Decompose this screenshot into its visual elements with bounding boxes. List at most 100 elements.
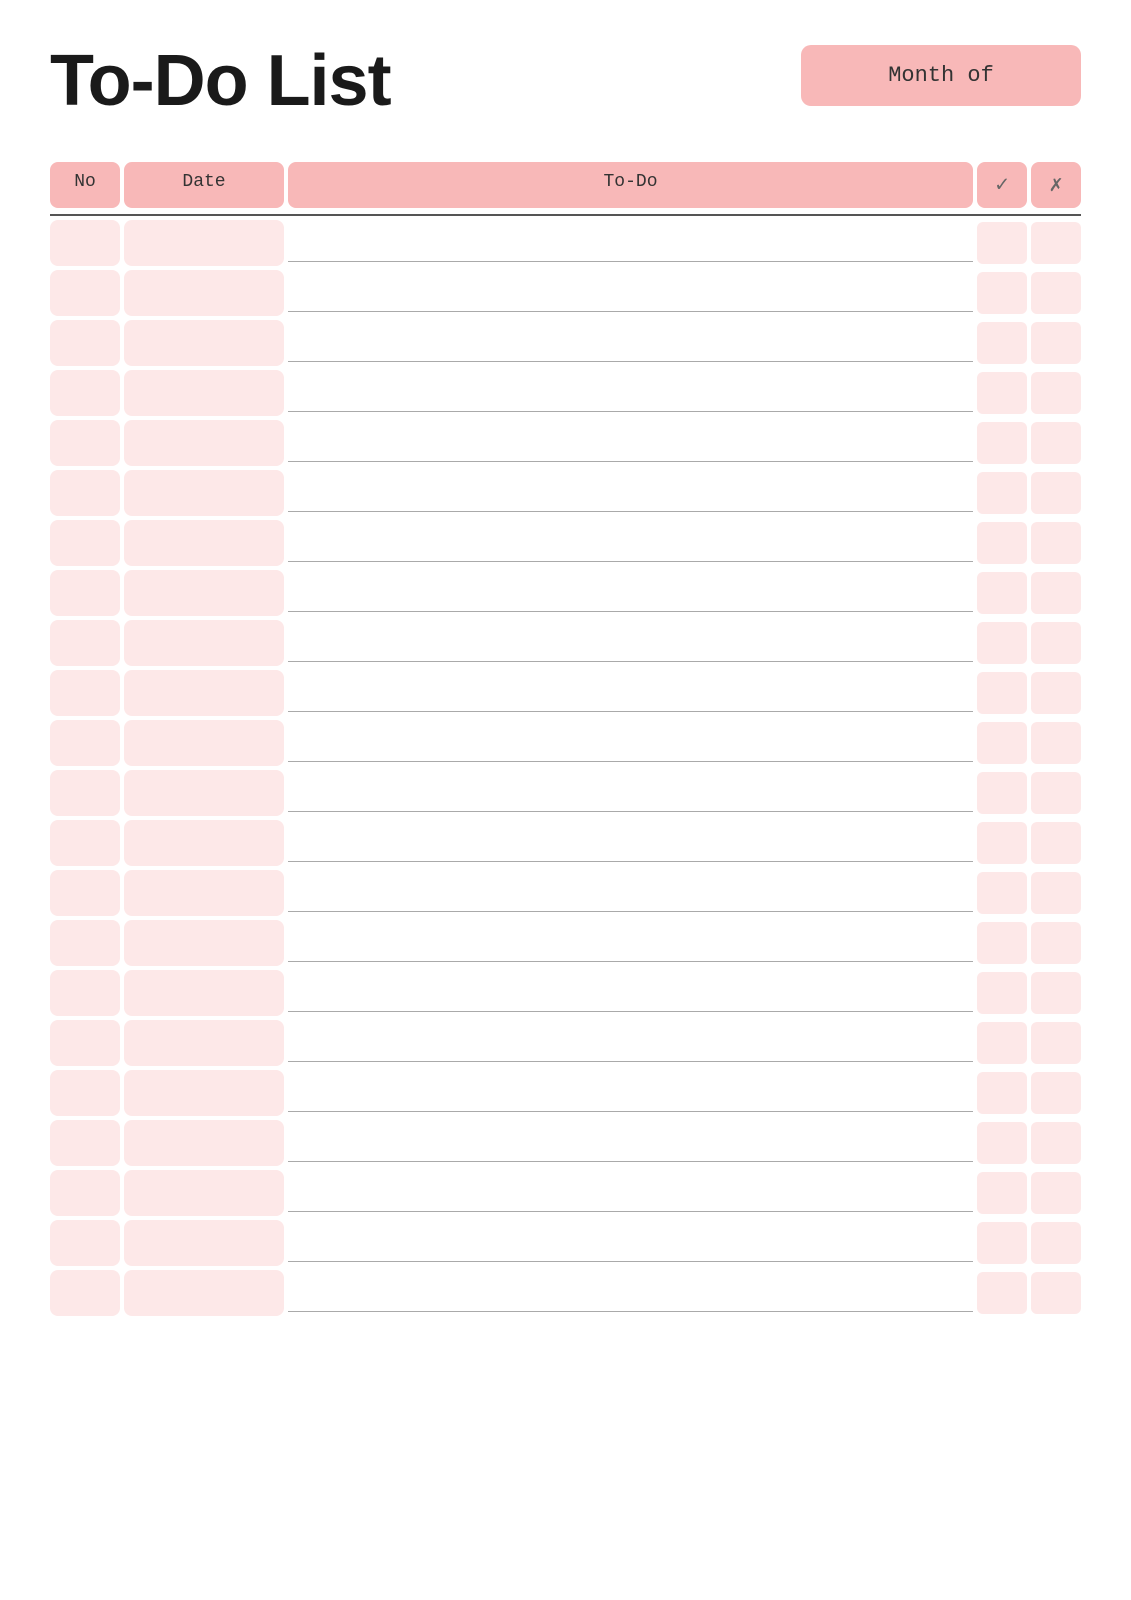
row-date-cell[interactable] <box>124 1070 284 1116</box>
row-cross-cell[interactable] <box>1031 672 1081 714</box>
row-check-cell[interactable] <box>977 722 1027 764</box>
row-no-cell[interactable] <box>50 220 120 266</box>
row-cross-cell[interactable] <box>1031 1172 1081 1214</box>
row-todo-cell[interactable] <box>288 820 973 866</box>
row-todo-cell[interactable] <box>288 1170 973 1216</box>
row-date-cell[interactable] <box>124 620 284 666</box>
row-no-cell[interactable] <box>50 470 120 516</box>
row-todo-cell[interactable] <box>288 1220 973 1266</box>
row-todo-cell[interactable] <box>288 620 973 666</box>
table-row[interactable] <box>50 820 1081 866</box>
row-check-cell[interactable] <box>977 272 1027 314</box>
row-todo-cell[interactable] <box>288 320 973 366</box>
row-check-cell[interactable] <box>977 422 1027 464</box>
row-cross-cell[interactable] <box>1031 1222 1081 1264</box>
row-no-cell[interactable] <box>50 1220 120 1266</box>
row-todo-cell[interactable] <box>288 720 973 766</box>
row-no-cell[interactable] <box>50 970 120 1016</box>
row-check-cell[interactable] <box>977 922 1027 964</box>
row-todo-cell[interactable] <box>288 870 973 916</box>
row-cross-cell[interactable] <box>1031 322 1081 364</box>
row-todo-cell[interactable] <box>288 420 973 466</box>
row-check-cell[interactable] <box>977 1122 1027 1164</box>
table-row[interactable] <box>50 970 1081 1016</box>
row-todo-cell[interactable] <box>288 220 973 266</box>
row-no-cell[interactable] <box>50 320 120 366</box>
table-row[interactable] <box>50 720 1081 766</box>
table-row[interactable] <box>50 1270 1081 1316</box>
row-todo-cell[interactable] <box>288 920 973 966</box>
table-row[interactable] <box>50 420 1081 466</box>
row-todo-cell[interactable] <box>288 970 973 1016</box>
row-date-cell[interactable] <box>124 670 284 716</box>
table-row[interactable] <box>50 570 1081 616</box>
row-cross-cell[interactable] <box>1031 372 1081 414</box>
row-date-cell[interactable] <box>124 570 284 616</box>
row-no-cell[interactable] <box>50 670 120 716</box>
row-check-cell[interactable] <box>977 222 1027 264</box>
row-date-cell[interactable] <box>124 220 284 266</box>
row-date-cell[interactable] <box>124 520 284 566</box>
row-no-cell[interactable] <box>50 1270 120 1316</box>
table-row[interactable] <box>50 370 1081 416</box>
row-todo-cell[interactable] <box>288 770 973 816</box>
row-date-cell[interactable] <box>124 770 284 816</box>
row-cross-cell[interactable] <box>1031 972 1081 1014</box>
row-no-cell[interactable] <box>50 1070 120 1116</box>
row-no-cell[interactable] <box>50 820 120 866</box>
row-cross-cell[interactable] <box>1031 1272 1081 1314</box>
row-cross-cell[interactable] <box>1031 1072 1081 1114</box>
row-no-cell[interactable] <box>50 870 120 916</box>
row-date-cell[interactable] <box>124 270 284 316</box>
row-cross-cell[interactable] <box>1031 772 1081 814</box>
row-no-cell[interactable] <box>50 1120 120 1166</box>
row-cross-cell[interactable] <box>1031 272 1081 314</box>
row-check-cell[interactable] <box>977 872 1027 914</box>
table-row[interactable] <box>50 770 1081 816</box>
table-row[interactable] <box>50 1220 1081 1266</box>
row-no-cell[interactable] <box>50 620 120 666</box>
row-cross-cell[interactable] <box>1031 472 1081 514</box>
row-check-cell[interactable] <box>977 372 1027 414</box>
table-row[interactable] <box>50 670 1081 716</box>
row-date-cell[interactable] <box>124 320 284 366</box>
row-no-cell[interactable] <box>50 520 120 566</box>
table-row[interactable] <box>50 620 1081 666</box>
row-check-cell[interactable] <box>977 572 1027 614</box>
table-row[interactable] <box>50 470 1081 516</box>
row-check-cell[interactable] <box>977 1072 1027 1114</box>
row-date-cell[interactable] <box>124 420 284 466</box>
row-no-cell[interactable] <box>50 720 120 766</box>
row-date-cell[interactable] <box>124 720 284 766</box>
table-row[interactable] <box>50 220 1081 266</box>
table-row[interactable] <box>50 520 1081 566</box>
row-date-cell[interactable] <box>124 1170 284 1216</box>
row-cross-cell[interactable] <box>1031 822 1081 864</box>
row-no-cell[interactable] <box>50 920 120 966</box>
row-cross-cell[interactable] <box>1031 522 1081 564</box>
row-date-cell[interactable] <box>124 820 284 866</box>
row-date-cell[interactable] <box>124 470 284 516</box>
table-row[interactable] <box>50 1170 1081 1216</box>
table-row[interactable] <box>50 870 1081 916</box>
row-todo-cell[interactable] <box>288 570 973 616</box>
row-check-cell[interactable] <box>977 1272 1027 1314</box>
row-no-cell[interactable] <box>50 570 120 616</box>
row-date-cell[interactable] <box>124 970 284 1016</box>
row-check-cell[interactable] <box>977 972 1027 1014</box>
row-cross-cell[interactable] <box>1031 1122 1081 1164</box>
row-date-cell[interactable] <box>124 1220 284 1266</box>
row-no-cell[interactable] <box>50 770 120 816</box>
month-box[interactable]: Month of <box>801 45 1081 106</box>
row-todo-cell[interactable] <box>288 1270 973 1316</box>
row-cross-cell[interactable] <box>1031 572 1081 614</box>
table-row[interactable] <box>50 1070 1081 1116</box>
row-check-cell[interactable] <box>977 822 1027 864</box>
row-no-cell[interactable] <box>50 370 120 416</box>
row-check-cell[interactable] <box>977 1172 1027 1214</box>
row-cross-cell[interactable] <box>1031 922 1081 964</box>
row-todo-cell[interactable] <box>288 1070 973 1116</box>
row-no-cell[interactable] <box>50 1020 120 1066</box>
row-todo-cell[interactable] <box>288 1020 973 1066</box>
row-cross-cell[interactable] <box>1031 872 1081 914</box>
